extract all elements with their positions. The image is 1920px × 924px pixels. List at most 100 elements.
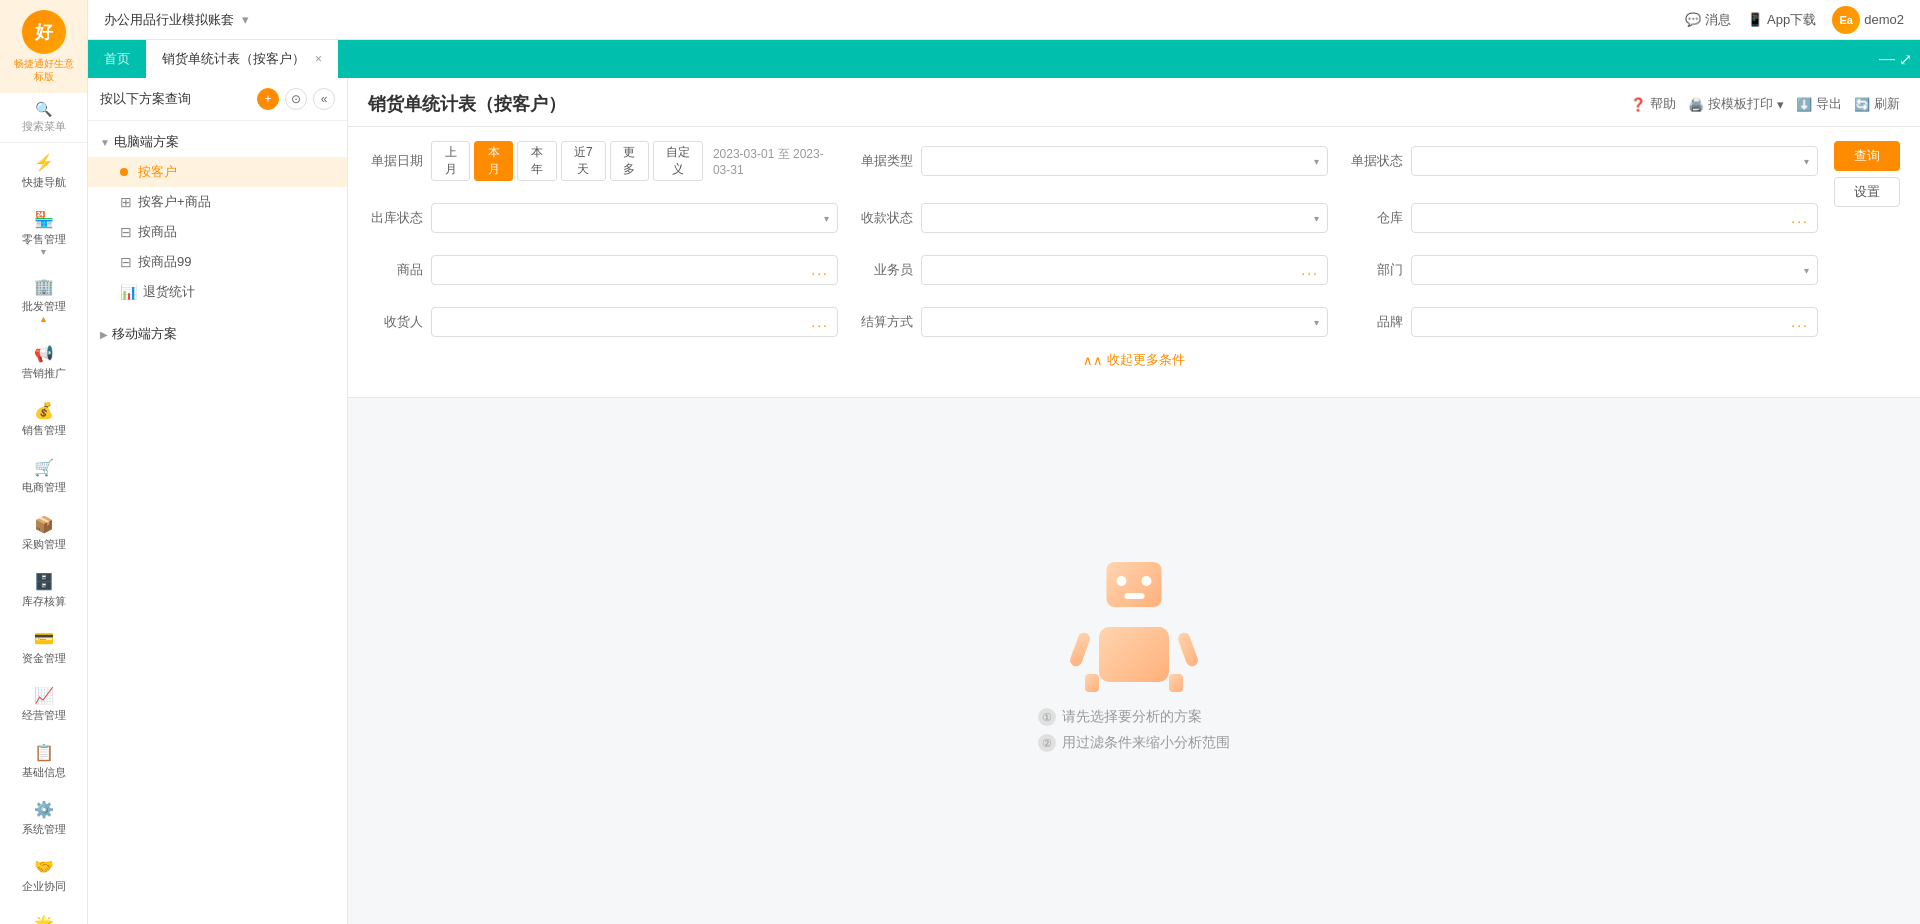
print-dropdown-icon[interactable]: ▾ bbox=[1777, 97, 1784, 112]
out-status-control: ▾ bbox=[431, 203, 838, 233]
sidebar-item-wholesale[interactable]: 🏢 批发管理 ▲ bbox=[0, 267, 87, 334]
filter-brand: 品牌 ... bbox=[1348, 307, 1818, 337]
sidebar-item-ecommerce[interactable]: 🛒 电商管理 bbox=[0, 448, 87, 505]
payment-label: 结算方式 bbox=[858, 313, 913, 331]
tree-child-by-customer[interactable]: 按客户 bbox=[88, 157, 347, 187]
export-label: 导出 bbox=[1816, 95, 1842, 113]
warehouse-dots[interactable]: ... bbox=[1791, 210, 1809, 226]
brand-select[interactable]: ... bbox=[1411, 307, 1818, 337]
receiver-select[interactable]: ... bbox=[431, 307, 838, 337]
sidebar-item-system[interactable]: ⚙️ 系统管理 bbox=[0, 790, 87, 847]
tree-parent-desktop[interactable]: ▼ 电脑端方案 bbox=[88, 127, 347, 157]
tab-bar: 首页 销货单统计表（按客户） × — ⤢ bbox=[88, 40, 1920, 78]
collapse-panel-button[interactable]: « bbox=[313, 88, 335, 110]
header-title: 办公用品行业模拟账套 bbox=[104, 11, 234, 29]
tree-child-label: 按客户+商品 bbox=[138, 193, 211, 211]
sidebar-item-quick-nav[interactable]: ⚡ 快捷导航 bbox=[0, 143, 87, 200]
sidebar-item-operations[interactable]: 📈 经营管理 bbox=[0, 676, 87, 733]
user-name: demo2 bbox=[1864, 12, 1904, 27]
robot-mouth bbox=[1124, 593, 1144, 599]
tree-child-by-product-99[interactable]: ⊟ 按商品99 bbox=[88, 247, 347, 277]
empty-hint-2: ② 用过滤条件来缩小分析范围 bbox=[1038, 734, 1230, 752]
sidebar-item-enterprise[interactable]: 🤝 企业协同 bbox=[0, 847, 87, 904]
sidebar-sales-label: 销售管理 bbox=[22, 423, 66, 438]
date-btn-more[interactable]: 更多 bbox=[610, 141, 649, 181]
tree-parent-label: 电脑端方案 bbox=[114, 133, 179, 151]
sidebar-item-finance[interactable]: 💳 资金管理 bbox=[0, 619, 87, 676]
print-button[interactable]: 🖨️ 按模板打印 ▾ bbox=[1688, 95, 1784, 113]
sidebar-item-retail[interactable]: 🏪 零售管理 ▼ bbox=[0, 200, 87, 267]
warehouse-select[interactable]: ... bbox=[1411, 203, 1818, 233]
tree-collapse-icon: ▶ bbox=[100, 329, 108, 340]
filter-department: 部门 ▾ bbox=[1348, 255, 1818, 285]
payment-select[interactable]: ▾ bbox=[921, 307, 1328, 337]
sidebar-item-purchase[interactable]: 📦 采购管理 bbox=[0, 505, 87, 562]
brand-dots[interactable]: ... bbox=[1791, 314, 1809, 330]
refresh-icon: 🔄 bbox=[1854, 97, 1870, 112]
product-dots[interactable]: ... bbox=[811, 262, 829, 278]
tree-parent-mobile[interactable]: ▶ 移动端方案 bbox=[88, 319, 347, 349]
date-btn-this-year[interactable]: 本年 bbox=[517, 141, 556, 181]
download-icon: 📱 bbox=[1747, 12, 1763, 27]
retail-expand-icon: ▼ bbox=[39, 247, 48, 257]
date-btn-last-month[interactable]: 上月 bbox=[431, 141, 470, 181]
top-header: 办公用品行业模拟账套 ▾ 💬 消息 📱 App下载 Ea demo2 bbox=[88, 0, 1920, 40]
message-button[interactable]: 💬 消息 bbox=[1685, 11, 1731, 29]
sidebar: 好 畅捷通好生意 标版 🔍 搜索菜单 ⚡ 快捷导航 🏪 零售管理 ▼ 🏢 批发管… bbox=[0, 0, 88, 924]
retail-icon: 🏪 bbox=[34, 210, 54, 229]
sidebar-item-inventory[interactable]: 🗄️ 库存核算 bbox=[0, 562, 87, 619]
sidebar-item-newbie[interactable]: 🌟 新手引导 bbox=[0, 904, 87, 924]
refresh-button[interactable]: 🔄 刷新 bbox=[1854, 95, 1900, 113]
tree-expand-icon: ▼ bbox=[100, 137, 110, 148]
sidebar-item-search[interactable]: 🔍 搜索菜单 bbox=[0, 93, 87, 143]
grid-icon: ⊞ bbox=[120, 194, 132, 210]
brand-control: ... bbox=[1411, 307, 1818, 337]
sidebar-purchase-label: 采购管理 bbox=[22, 537, 66, 552]
wholesale-expand-icon: ▲ bbox=[39, 314, 48, 324]
refresh-label: 刷新 bbox=[1874, 95, 1900, 113]
sidebar-item-sales[interactable]: 💰 销售管理 bbox=[0, 391, 87, 448]
filter-row-1: 单据日期 上月 本月 本年 近7天 更多 自定义 bbox=[368, 141, 1818, 181]
tree-section-mobile: ▶ 移动端方案 bbox=[88, 313, 347, 355]
header-dropdown-icon[interactable]: ▾ bbox=[242, 12, 258, 28]
tab-maximize-btn[interactable]: ⤢ bbox=[1899, 50, 1912, 69]
receiver-dots[interactable]: ... bbox=[811, 314, 829, 330]
right-panel: 销货单统计表（按客户） ❓ 帮助 🖨️ 按模板打印 ▾ ⬇️ 导出 bbox=[348, 78, 1920, 924]
tree-child-return-stats[interactable]: 📊 退货统计 bbox=[88, 277, 347, 307]
tab-minimize-btn[interactable]: — bbox=[1879, 50, 1895, 68]
tree-child-by-product[interactable]: ⊟ 按商品 bbox=[88, 217, 347, 247]
tab-active[interactable]: 销货单统计表（按客户） × bbox=[146, 40, 338, 78]
product-select[interactable]: ... bbox=[431, 255, 838, 285]
date-btn-7days[interactable]: 近7天 bbox=[561, 141, 606, 181]
tab-close-icon[interactable]: × bbox=[315, 52, 322, 66]
settings-scheme-button[interactable]: ⊙ bbox=[285, 88, 307, 110]
export-button[interactable]: ⬇️ 导出 bbox=[1796, 95, 1842, 113]
out-status-select[interactable]: ▾ bbox=[431, 203, 838, 233]
sidebar-item-base[interactable]: 📋 基础信息 bbox=[0, 733, 87, 790]
salesperson-dots[interactable]: ... bbox=[1301, 262, 1319, 278]
bill-type-select[interactable]: ▾ bbox=[921, 146, 1328, 176]
tab-home[interactable]: 首页 bbox=[88, 40, 146, 78]
list2-icon: ⊟ bbox=[120, 254, 132, 270]
help-button[interactable]: ❓ 帮助 bbox=[1630, 95, 1676, 113]
receiver-label: 收货人 bbox=[368, 313, 423, 331]
query-button[interactable]: 查询 bbox=[1834, 141, 1900, 171]
date-btn-custom[interactable]: 自定义 bbox=[653, 141, 703, 181]
sidebar-item-marketing[interactable]: 📢 营销推广 bbox=[0, 334, 87, 391]
filter-bill-type: 单据类型 ▾ bbox=[858, 146, 1328, 176]
out-status-label: 出库状态 bbox=[368, 209, 423, 227]
tree-child-by-customer-product[interactable]: ⊞ 按客户+商品 bbox=[88, 187, 347, 217]
filter-settings-button[interactable]: 设置 bbox=[1834, 177, 1900, 207]
tree-mobile-label: 移动端方案 bbox=[112, 325, 177, 343]
add-scheme-button[interactable]: + bbox=[257, 88, 279, 110]
empty-hint-1: ① 请先选择要分析的方案 bbox=[1038, 708, 1230, 726]
salesperson-select[interactable]: ... bbox=[921, 255, 1328, 285]
receive-status-select[interactable]: ▾ bbox=[921, 203, 1328, 233]
date-btn-this-month[interactable]: 本月 bbox=[474, 141, 513, 181]
robot-head bbox=[1107, 562, 1162, 607]
user-profile-button[interactable]: Ea demo2 bbox=[1832, 6, 1904, 34]
bill-status-select[interactable]: ▾ bbox=[1411, 146, 1818, 176]
collapse-button[interactable]: ∧∧ 收起更多条件 bbox=[1077, 345, 1191, 375]
app-download-button[interactable]: 📱 App下载 bbox=[1747, 11, 1816, 29]
department-select[interactable]: ▾ bbox=[1411, 255, 1818, 285]
